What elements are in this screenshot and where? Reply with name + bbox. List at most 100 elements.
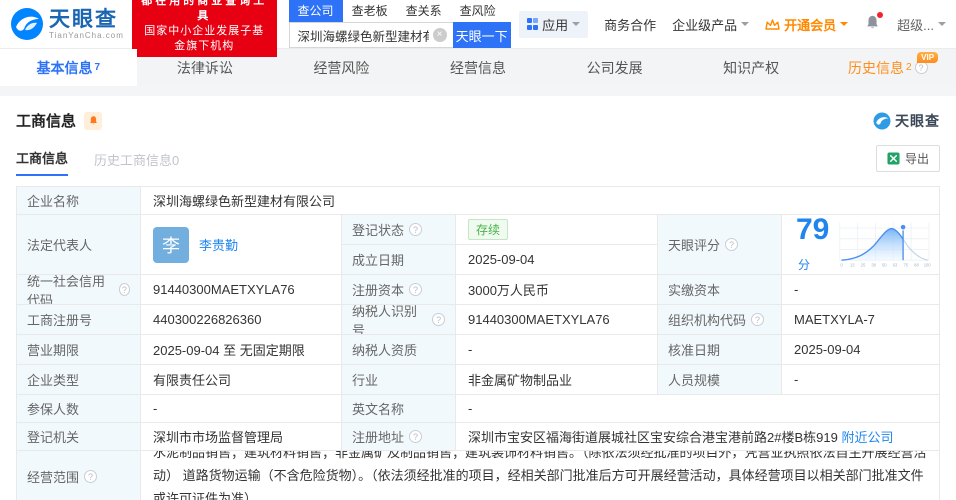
search-input[interactable]: [288, 22, 453, 48]
score-marker-pin: [899, 223, 907, 231]
establish-date-label: 成立日期: [342, 245, 456, 275]
subtab-row: 工商信息 历史工商信息0 导出: [16, 145, 940, 176]
nav-open-vip-label: 开通会员: [784, 17, 837, 33]
search-button[interactable]: 天眼一下: [452, 22, 511, 48]
search-tab-risk[interactable]: 查风险: [451, 0, 505, 22]
subscribe-bell-badge[interactable]: [84, 111, 103, 130]
legal-rep-value: 李 李贵勤: [141, 215, 342, 275]
business-scope-value: 水泥制品销售；建筑材料销售；非金属矿及制品销售；建筑装饰材料销售。（除依法须经批…: [141, 451, 940, 500]
uscc-label: 统一社会信用代码?: [17, 275, 141, 305]
company-name-label: 企业名称: [17, 187, 141, 215]
subtab-current-registration[interactable]: 工商信息: [16, 148, 69, 176]
tianyancha-watermark: 天眼查: [873, 111, 940, 131]
company-name-value: 深圳海螺绿色新型建材有限公司: [141, 187, 940, 215]
help-icon[interactable]: ?: [409, 223, 423, 236]
slogan-line1: 都在用的商业查询工具: [141, 0, 268, 22]
tianyancha-logo-icon: [873, 112, 891, 129]
search-tab-boss[interactable]: 查老板: [343, 0, 397, 22]
approval-date-label: 核准日期: [658, 335, 782, 365]
registration-info-table: 企业名称 深圳海螺绿色新型建材有限公司 法定代表人 李 李贵勤 登记状态? 存续…: [16, 186, 940, 500]
header-search: 查公司 查老板 查关系 查风险 × 天眼一下: [288, 0, 511, 48]
tab-history-info[interactable]: VIP 历史信息 2 ?: [819, 49, 956, 86]
reg-status-label: 登记状态?: [342, 215, 456, 245]
help-icon[interactable]: ?: [409, 430, 423, 443]
svg-text:13: 13: [850, 262, 855, 267]
company-type-label: 企业类型: [17, 365, 141, 395]
search-type-tabs: 查公司 查老板 查关系 查风险: [288, 0, 511, 22]
industry-label: 行业: [342, 365, 456, 395]
avatar[interactable]: 李: [153, 226, 189, 263]
tab-legal[interactable]: 法律诉讼: [137, 49, 274, 86]
business-scope-label: 经营范围?: [17, 451, 141, 500]
nav-apps[interactable]: 应用: [518, 10, 589, 38]
nav-cooperation[interactable]: 商务合作: [604, 15, 656, 34]
tab-history-info-label: 历史信息: [847, 59, 904, 76]
tab-legal-label: 法律诉讼: [176, 59, 233, 76]
export-button[interactable]: 导出: [875, 145, 940, 172]
tab-basic-info-label: 基本信息: [36, 59, 93, 76]
tianyancha-logo[interactable]: 天眼查 TianYanCha.com: [10, 7, 124, 41]
tab-operating-risk-label: 经营风险: [313, 59, 370, 76]
chevron-down-icon: [572, 22, 581, 30]
tab-company-development[interactable]: 公司发展: [546, 49, 683, 86]
business-info-card: 工商信息 天眼查 工商信息 历史工商信息0 导出 企业名称 深圳海螺绿色新型建材…: [0, 96, 956, 500]
reg-capital-value: 3000万人民币: [456, 275, 658, 305]
subtab-history-registration[interactable]: 历史工商信息0: [94, 150, 179, 176]
help-icon[interactable]: ?: [409, 283, 423, 296]
crown-icon: [765, 18, 780, 30]
business-term-label: 营业期限: [17, 335, 141, 365]
nav-user-menu[interactable]: 超级...: [897, 15, 946, 34]
clear-search-icon[interactable]: ×: [432, 28, 447, 42]
reg-status-value: 存续: [456, 215, 658, 245]
tab-intellectual-property[interactable]: 知识产权: [683, 49, 820, 86]
nav-open-vip[interactable]: 开通会员: [765, 15, 849, 34]
logo-domain: TianYanCha.com: [49, 30, 124, 40]
business-term-value: 2025-09-04 至 无固定期限: [141, 335, 342, 365]
tab-history-info-count: 2: [905, 62, 912, 73]
help-icon[interactable]: ?: [725, 238, 739, 251]
score-value-cell[interactable]: 79分 0 13 25 38 50 63 75 88 100: [782, 215, 940, 275]
tab-operating-risk[interactable]: 经营风险: [273, 49, 410, 86]
reg-number-value: 440300226826360: [141, 305, 342, 335]
nav-enterprise-label: 企业级产品: [672, 17, 738, 33]
uscc-value: 91440300MAETXYLA76: [141, 275, 342, 305]
tab-intellectual-property-label: 知识产权: [723, 59, 780, 76]
insured-label: 参保人数: [17, 395, 141, 423]
establish-date-value: 2025-09-04: [456, 245, 658, 275]
svg-text:25: 25: [861, 262, 866, 267]
company-section-tabbar: 基本信息 7 法律诉讼 经营风险 经营信息 公司发展 知识产权 VIP 历史信息…: [0, 48, 956, 86]
taxpayer-id-value: 91440300MAETXYLA76: [456, 305, 658, 335]
tab-basic-info[interactable]: 基本信息 7: [0, 49, 137, 86]
legal-rep-label: 法定代表人: [17, 215, 141, 275]
nearby-companies-link[interactable]: 附近公司: [841, 427, 893, 446]
vip-badge: VIP: [917, 52, 939, 63]
tab-business-info[interactable]: 经营信息: [410, 49, 547, 86]
insured-value: -: [141, 395, 342, 423]
search-tab-relation[interactable]: 查关系: [397, 0, 451, 22]
org-code-value: MAETXYLA-7: [782, 305, 940, 335]
notifications-bell[interactable]: [864, 12, 884, 34]
industry-value: 非金属矿物制品业: [456, 365, 658, 395]
watermark-label: 天眼查: [895, 112, 940, 129]
reg-capital-label: 注册资本?: [342, 275, 456, 305]
svg-text:50: 50: [882, 262, 887, 267]
score-axis-ticks: 0 13 25 38 50 63 75 88 100: [841, 262, 931, 267]
company-type-value: 有限责任公司: [141, 365, 342, 395]
help-icon[interactable]: ?: [118, 283, 130, 296]
status-badge: 存续: [468, 219, 509, 240]
score-unit: 分: [798, 257, 811, 272]
excel-icon: [887, 152, 900, 165]
svg-text:100: 100: [924, 262, 931, 267]
help-icon[interactable]: ?: [751, 313, 765, 326]
search-tab-company[interactable]: 查公司: [288, 0, 343, 22]
svg-text:38: 38: [872, 262, 877, 267]
nav-enterprise[interactable]: 企业级产品: [672, 15, 750, 34]
section-title: 工商信息: [16, 113, 77, 130]
help-icon[interactable]: ?: [432, 313, 445, 326]
reg-number-label: 工商注册号: [17, 305, 141, 335]
notification-dot: [877, 12, 884, 18]
english-name-value: -: [456, 395, 940, 423]
help-icon[interactable]: ?: [84, 470, 98, 483]
logo-name: 天眼查: [49, 7, 118, 31]
legal-rep-link[interactable]: 李贵勤: [199, 235, 238, 254]
